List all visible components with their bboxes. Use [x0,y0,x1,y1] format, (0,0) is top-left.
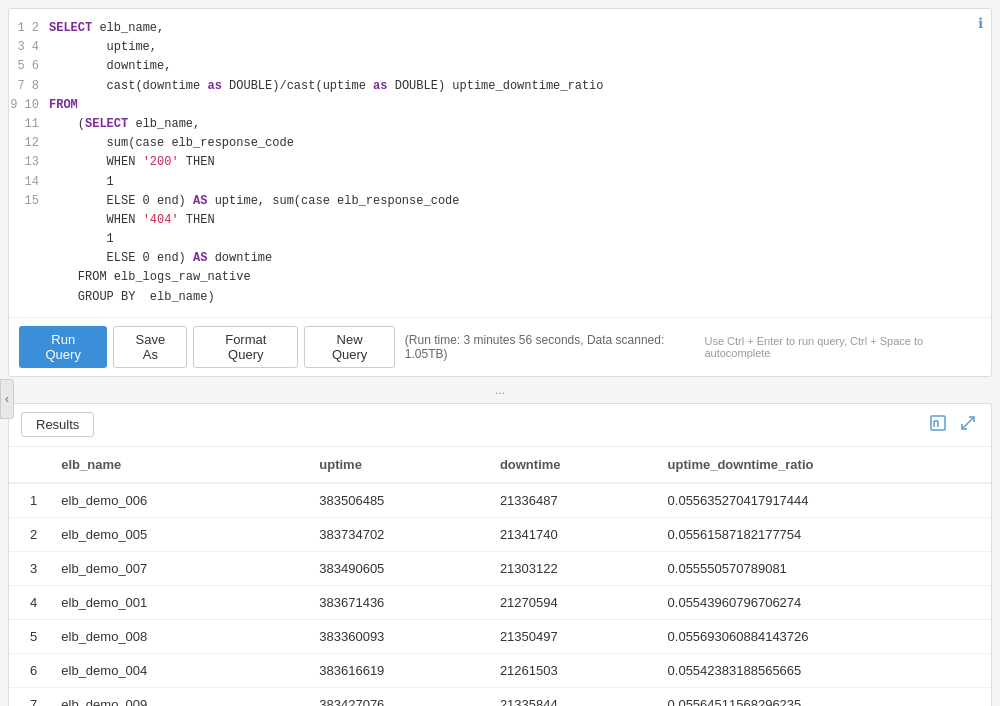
table-row: 2 elb_demo_005 383734702 21341740 0.0556… [9,517,991,551]
sidebar-toggle[interactable]: ‹ [0,379,14,419]
cell-ratio: 0.05561587182177754 [656,517,991,551]
code-content[interactable]: SELECT elb_name, uptime, downtime, cast(… [49,19,991,307]
cell-elb-name: elb_demo_001 [49,585,307,619]
table-row: 7 elb_demo_009 383427076 21335844 0.0556… [9,687,991,706]
table-row: 5 elb_demo_008 383360093 21350497 0.0556… [9,619,991,653]
table-row: 1 elb_demo_006 383506485 21336487 0.0556… [9,483,991,518]
main-container: ‹ ℹ 1 2 3 4 5 6 7 8 9 10 11 12 13 14 15 … [0,8,1000,706]
row-num: 5 [9,619,49,653]
cell-uptime: 383490605 [307,551,488,585]
cell-downtime: 21336487 [488,483,656,518]
col-header-downtime: downtime [488,447,656,483]
cell-elb-name: elb_demo_005 [49,517,307,551]
expand-icon[interactable] [957,412,979,438]
results-tab[interactable]: Results [21,412,94,437]
row-num: 4 [9,585,49,619]
cell-downtime: 21261503 [488,653,656,687]
toolbar: Run Query Save As Format Query New Query… [9,317,991,376]
hint-text: Use Ctrl + Enter to run query, Ctrl + Sp… [704,335,981,359]
info-icon[interactable]: ℹ [978,15,983,31]
col-header-uptime: uptime [307,447,488,483]
query-panel: ℹ 1 2 3 4 5 6 7 8 9 10 11 12 13 14 15 SE… [8,8,992,377]
cell-elb-name: elb_demo_009 [49,687,307,706]
col-header-elb-name: elb_name [49,447,307,483]
format-query-button[interactable]: Format Query [193,326,298,368]
cell-uptime: 383506485 [307,483,488,518]
cell-elb-name: elb_demo_006 [49,483,307,518]
download-icon[interactable] [927,412,949,438]
row-num: 7 [9,687,49,706]
run-info: (Run time: 3 minutes 56 seconds, Data sc… [405,333,699,361]
results-header: Results [9,404,991,447]
editor-area[interactable]: 1 2 3 4 5 6 7 8 9 10 11 12 13 14 15 SELE… [9,9,991,317]
cell-elb-name: elb_demo_008 [49,619,307,653]
svg-line-4 [968,417,974,423]
new-query-button[interactable]: New Query [304,326,395,368]
cell-ratio: 0.05543960796706274 [656,585,991,619]
table-row: 6 elb_demo_004 383616619 21261503 0.0554… [9,653,991,687]
row-num: 1 [9,483,49,518]
cell-uptime: 383616619 [307,653,488,687]
cell-downtime: 21270594 [488,585,656,619]
table-row: 4 elb_demo_001 383671436 21270594 0.0554… [9,585,991,619]
table-header: elb_name uptime downtime uptime_downtime… [9,447,991,483]
cell-ratio: 0.05542383188565665 [656,653,991,687]
cell-ratio: 0.055693060884143726 [656,619,991,653]
cell-ratio: 0.055550570789081 [656,551,991,585]
svg-line-5 [962,423,968,429]
row-num: 6 [9,653,49,687]
cell-downtime: 21335844 [488,687,656,706]
save-as-button[interactable]: Save As [113,326,187,368]
results-panel: Results [8,403,992,706]
results-table: elb_name uptime downtime uptime_downtime… [9,447,991,706]
cell-uptime: 383427076 [307,687,488,706]
cell-downtime: 21341740 [488,517,656,551]
line-numbers: 1 2 3 4 5 6 7 8 9 10 11 12 13 14 15 [9,19,49,307]
table-row: 3 elb_demo_007 383490605 21303122 0.0555… [9,551,991,585]
run-query-button[interactable]: Run Query [19,326,107,368]
cell-elb-name: elb_demo_004 [49,653,307,687]
row-num: 3 [9,551,49,585]
col-header-num [9,447,49,483]
cell-downtime: 21350497 [488,619,656,653]
table-body: 1 elb_demo_006 383506485 21336487 0.0556… [9,483,991,706]
results-icons [927,412,979,438]
cell-elb-name: elb_demo_007 [49,551,307,585]
cell-uptime: 383671436 [307,585,488,619]
cell-uptime: 383360093 [307,619,488,653]
cell-ratio: 0.055635270417917444 [656,483,991,518]
cell-downtime: 21303122 [488,551,656,585]
col-header-ratio: uptime_downtime_ratio [656,447,991,483]
cell-ratio: 0.05564511568296235 [656,687,991,706]
row-num: 2 [9,517,49,551]
divider[interactable]: ... [0,377,1000,403]
cell-uptime: 383734702 [307,517,488,551]
